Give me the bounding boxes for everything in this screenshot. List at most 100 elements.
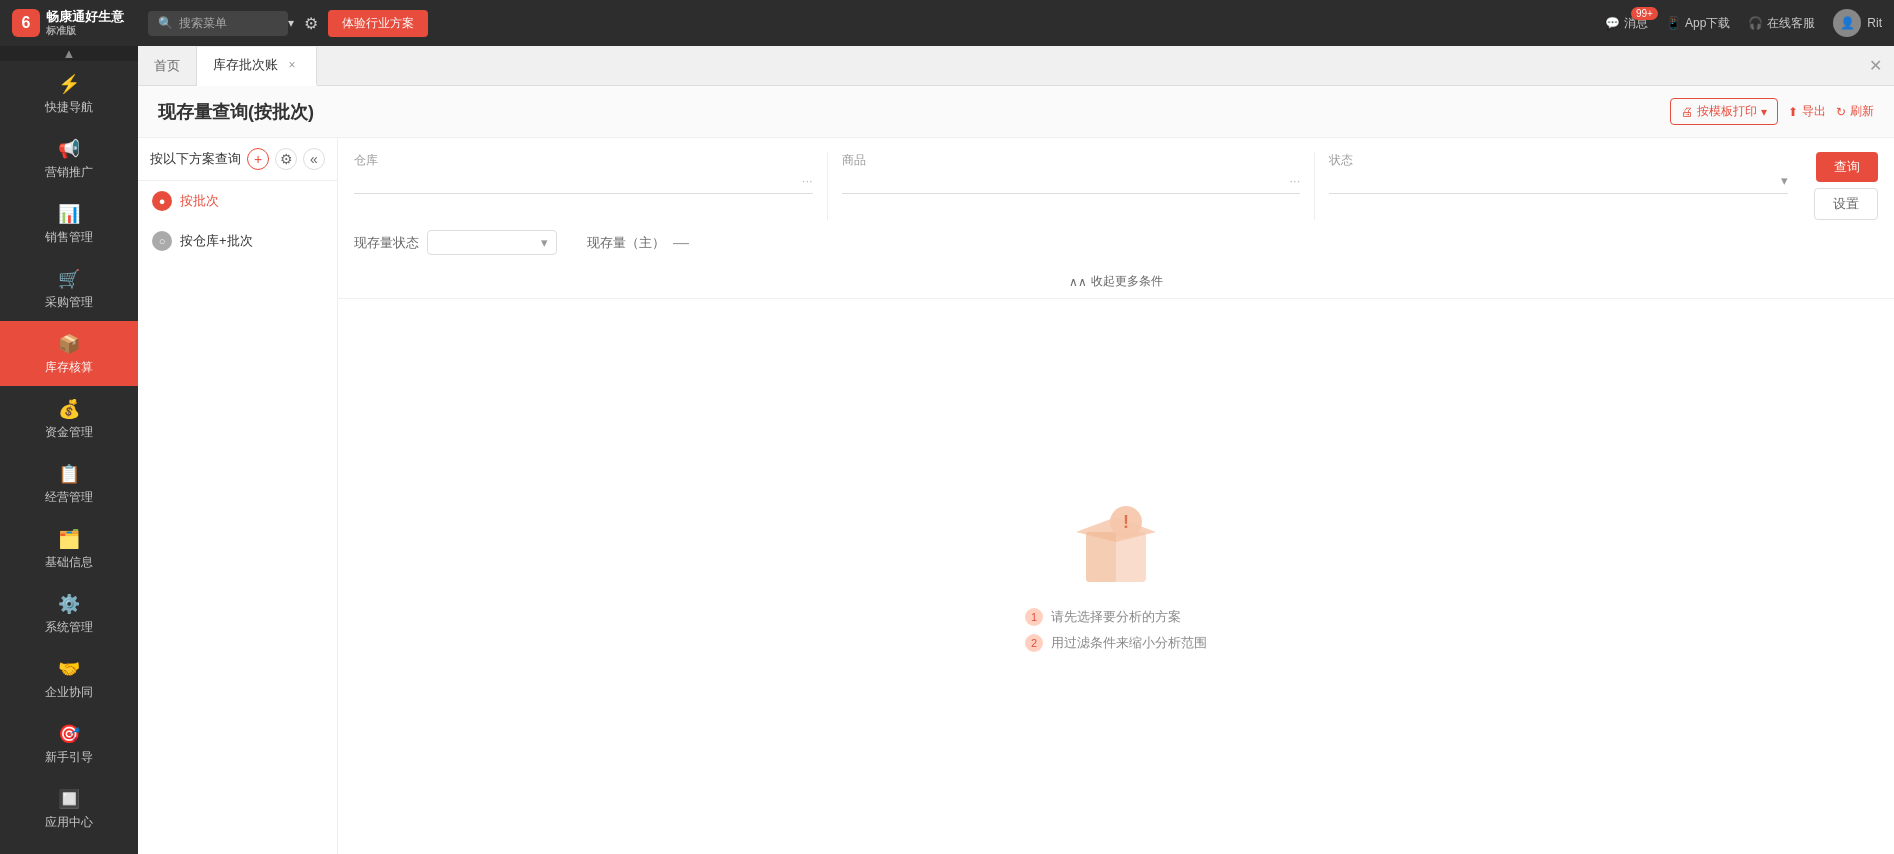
scheme-panel-actions: + ⚙ « [247, 148, 325, 170]
empty-hint-2: 2 用过滤条件来缩小分析范围 [1025, 634, 1207, 652]
inventory-status-dropdown-icon: ▾ [541, 235, 548, 250]
warehouse-label: 仓库 [354, 152, 813, 169]
sidebar-item-guide[interactable]: 🎯 新手引导 [0, 711, 138, 776]
filter-row-1: 仓库 ··· 商品 ··· [338, 138, 1894, 220]
export-icon: ⬆ [1788, 105, 1798, 119]
inventory-qty-filter: 现存量（主） — [587, 234, 689, 252]
warehouse-input[interactable] [354, 173, 798, 188]
logo-icon: 6 [12, 9, 40, 37]
product-input[interactable] [842, 173, 1286, 188]
status-label: 状态 [1329, 152, 1788, 169]
sidebar-item-enterprise[interactable]: 🤝 企业协同 [0, 646, 138, 711]
purchase-icon: 🛒 [58, 268, 80, 290]
product-label: 商品 [842, 152, 1301, 169]
page-title: 现存量查询(按批次) [158, 100, 1670, 124]
sidebar-item-operations[interactable]: 📋 经营管理 [0, 451, 138, 516]
sidebar-item-app-center[interactable]: 🔲 应用中心 [0, 776, 138, 841]
app-center-icon: 🔲 [58, 788, 80, 810]
page-header-actions: 🖨 按模板打印 ▾ ⬆ 导出 ↻ 刷新 [1670, 98, 1874, 125]
add-scheme-button[interactable]: + [247, 148, 269, 170]
system-icon: ⚙️ [58, 593, 80, 615]
sidebar: ▲ ⚡ 快捷导航 📢 营销推广 📊 销售管理 🛒 采购管理 📦 库存核算 💰 资… [0, 46, 138, 854]
sales-icon: 📊 [58, 203, 80, 225]
tab-bar-close-button[interactable]: ✕ [1857, 56, 1894, 75]
avatar-icon: 👤 [1840, 16, 1855, 30]
enterprise-icon: 🤝 [58, 658, 80, 680]
avatar: 👤 [1833, 9, 1861, 37]
filter-row-2: 现存量状态 ▾ 现存量（主） — [338, 220, 1894, 265]
user-menu[interactable]: 👤 Rit [1833, 9, 1882, 37]
sidebar-item-sales[interactable]: 📊 销售管理 [0, 191, 138, 256]
warehouse-input-row: ··· [354, 173, 813, 194]
collapse-icon: ∧∧ [1069, 275, 1087, 289]
sidebar-scroll-up[interactable]: ▲ [0, 46, 138, 61]
main-panel: 按以下方案查询 + ⚙ « ● 按批次 [138, 138, 1894, 854]
export-button[interactable]: ⬆ 导出 [1788, 103, 1826, 120]
scheme-panel-header: 按以下方案查询 + ⚙ « [138, 138, 337, 181]
topbar-dropdown[interactable]: ▾ [288, 16, 294, 30]
sidebar-item-purchase[interactable]: 🛒 采购管理 [0, 256, 138, 321]
logo-text: 畅康通好生意 标准版 [46, 9, 124, 37]
sidebar-item-system[interactable]: ⚙️ 系统管理 [0, 581, 138, 646]
empty-illustration: ! [1066, 502, 1166, 592]
page-content: 现存量查询(按批次) 🖨 按模板打印 ▾ ⬆ 导出 ↻ 刷新 [138, 86, 1894, 854]
topbar-center: ▾ ⚙ 体验行业方案 [288, 10, 1605, 37]
tab-home[interactable]: 首页 [138, 46, 197, 85]
print-icon: 🖨 [1681, 105, 1693, 119]
tab-inventory-batch[interactable]: 库存批次账 × [197, 47, 317, 86]
message-button[interactable]: 💬 消息 99+ [1605, 15, 1648, 32]
app-logo[interactable]: 6 畅康通好生意 标准版 [12, 9, 132, 37]
inventory-icon: 📦 [58, 333, 80, 355]
print-dropdown-icon[interactable]: ▾ [1761, 105, 1767, 119]
query-button[interactable]: 查询 [1816, 152, 1878, 182]
status-select[interactable]: ▾ [1329, 173, 1788, 194]
scheme-settings-icon: ⚙ [280, 151, 293, 167]
topbar-search[interactable]: 🔍 搜索菜单 [148, 11, 288, 36]
quick-nav-icon: ⚡ [58, 73, 80, 95]
scheme-batch-icon: ● [152, 191, 172, 211]
online-service-button[interactable]: 🎧 在线客服 [1748, 15, 1815, 32]
svg-text:!: ! [1123, 512, 1129, 532]
guide-icon: 🎯 [58, 723, 80, 745]
collapse-filters-button[interactable]: ∧∧ 收起更多条件 [338, 265, 1894, 299]
app-download-button[interactable]: 📱 App下载 [1666, 15, 1730, 32]
status-filter: 状态 ▾ [1315, 152, 1788, 220]
scheme-settings-button[interactable]: ⚙ [275, 148, 297, 170]
sidebar-item-quick-nav[interactable]: ⚡ 快捷导航 [0, 61, 138, 126]
right-content: 仓库 ··· 商品 ··· [338, 138, 1894, 854]
content-area: 首页 库存批次账 × ✕ 现存量查询(按批次) 🖨 按模板打印 ▾ [138, 46, 1894, 854]
search-icon: 🔍 [158, 16, 173, 30]
sidebar-item-wechat[interactable]: 💬 企业微信 [0, 841, 138, 854]
settings-button[interactable]: 设置 [1814, 188, 1878, 220]
operations-icon: 📋 [58, 463, 80, 485]
warehouse-more-icon[interactable]: ··· [802, 173, 813, 188]
settings-icon[interactable]: ⚙ [304, 14, 318, 33]
inventory-status-filter: 现存量状态 ▾ [354, 230, 557, 255]
refresh-icon: ↻ [1836, 105, 1846, 119]
hint-num-1: 1 [1025, 608, 1043, 626]
inventory-status-select[interactable]: ▾ [427, 230, 557, 255]
sidebar-item-basic[interactable]: 🗂️ 基础信息 [0, 516, 138, 581]
refresh-button[interactable]: ↻ 刷新 [1836, 103, 1874, 120]
tab-close-icon[interactable]: × [284, 57, 300, 73]
page-header: 现存量查询(按批次) 🖨 按模板打印 ▾ ⬆ 导出 ↻ 刷新 [138, 86, 1894, 138]
topbar-right: 💬 消息 99+ 📱 App下载 🎧 在线客服 👤 Rit [1605, 9, 1882, 37]
scheme-item-batch[interactable]: ● 按批次 [138, 181, 337, 221]
empty-hints: 1 请先选择要分析的方案 2 用过滤条件来缩小分析范围 [1025, 608, 1207, 652]
qty-dash: — [673, 234, 689, 252]
product-filter: 商品 ··· [828, 152, 1316, 220]
sidebar-item-finance[interactable]: 💰 资金管理 [0, 386, 138, 451]
empty-hint-1: 1 请先选择要分析的方案 [1025, 608, 1207, 626]
product-more-icon[interactable]: ··· [1290, 173, 1301, 188]
phone-icon: 📱 [1666, 16, 1681, 30]
svg-rect-2 [1086, 532, 1116, 582]
sidebar-item-inventory[interactable]: 📦 库存核算 [0, 321, 138, 386]
empty-state: ! 1 请先选择要分析的方案 2 用过滤条件来缩小分析范围 [338, 299, 1894, 854]
trial-button[interactable]: 体验行业方案 [328, 10, 428, 37]
tab-bar: 首页 库存批次账 × ✕ [138, 46, 1894, 86]
sidebar-item-marketing[interactable]: 📢 营销推广 [0, 126, 138, 191]
inventory-status-label: 现存量状态 [354, 234, 419, 252]
scheme-collapse-button[interactable]: « [303, 148, 325, 170]
print-button[interactable]: 🖨 按模板打印 ▾ [1670, 98, 1778, 125]
scheme-item-warehouse-batch[interactable]: ○ 按仓库+批次 [138, 221, 337, 261]
